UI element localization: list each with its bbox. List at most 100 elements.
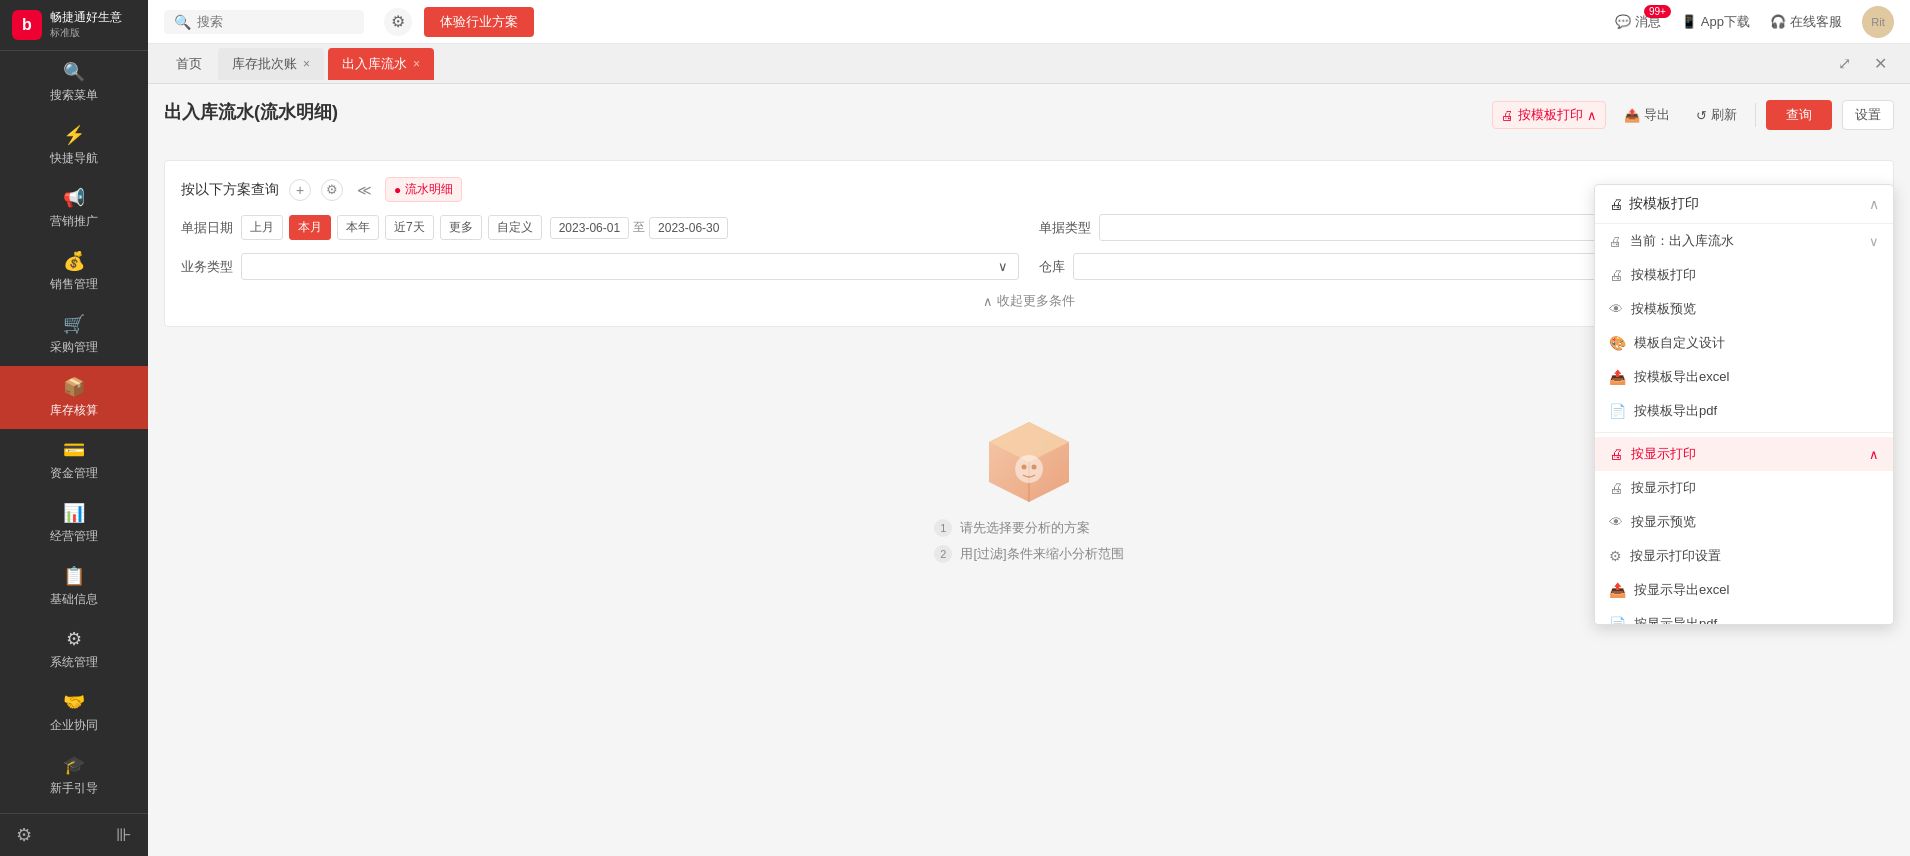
- tabs-bar: 首页 库存批次账 × 出入库流水 × ⤢ ✕: [148, 44, 1910, 84]
- tab-stock-flow-close[interactable]: ×: [413, 57, 420, 71]
- chevron-up-icon: ∧: [1587, 108, 1597, 123]
- dropdown-template-print[interactable]: 🖨 按模板打印: [1595, 258, 1893, 292]
- search-input[interactable]: [197, 14, 347, 29]
- filter-add-btn[interactable]: +: [289, 179, 311, 201]
- sidebar-item-search[interactable]: 🔍 搜索菜单: [0, 51, 148, 114]
- dropdown-display-export-excel[interactable]: 📤 按显示导出excel: [1595, 573, 1893, 607]
- sidebar-item-baseinfo[interactable]: 📋 基础信息: [0, 555, 148, 618]
- sidebar-item-sales[interactable]: 💰 销售管理: [0, 240, 148, 303]
- business-type-select[interactable]: ∨: [241, 253, 1019, 280]
- dropdown-template-preview[interactable]: 👁 按模板预览: [1595, 292, 1893, 326]
- tab-inventory-batch-close[interactable]: ×: [303, 57, 310, 71]
- dropdown-template-export-excel[interactable]: 📤 按模板导出excel: [1595, 360, 1893, 394]
- setting-button[interactable]: 设置: [1842, 100, 1894, 130]
- sidebar-item-finance[interactable]: 💳 资金管理: [0, 429, 148, 492]
- sidebar-item-label: 系统管理: [50, 654, 98, 671]
- dropdown-display-preview[interactable]: 👁 按显示预览: [1595, 505, 1893, 539]
- dropdown-item-label: 按显示打印设置: [1630, 547, 1721, 565]
- dropdown-template-export-pdf[interactable]: 📄 按模板导出pdf: [1595, 394, 1893, 428]
- dropdown-item-label: 按模板打印: [1631, 266, 1696, 284]
- dropdown-template-custom-design[interactable]: 🎨 模板自定义设计: [1595, 326, 1893, 360]
- dropdown-item-label: 按显示导出pdf: [1634, 615, 1717, 624]
- online-service-btn[interactable]: 🎧 在线客服: [1770, 13, 1842, 31]
- app-download-label: App下载: [1701, 13, 1750, 31]
- sidebar-scroll[interactable]: 🔍 搜索菜单 ⚡ 快捷导航 📢 营销推广 💰 销售管理 🛒 采购管理 📦 库存核…: [0, 51, 148, 813]
- sidebar-item-beginner[interactable]: 🎓 新手引导: [0, 744, 148, 807]
- date-btn-custom[interactable]: 自定义: [488, 215, 542, 240]
- date-btn-last-month[interactable]: 上月: [241, 215, 283, 240]
- print-template-btn[interactable]: 🖨 按模板打印 ∧: [1492, 101, 1606, 129]
- tab-home[interactable]: 首页: [164, 48, 214, 80]
- current-icon: 🖨: [1609, 234, 1622, 249]
- chart-icon: 📊: [63, 502, 85, 524]
- user-name: Rit: [1871, 16, 1884, 28]
- app-edition: 标准版: [50, 26, 122, 40]
- tab-close-all-btn[interactable]: ✕: [1866, 50, 1894, 78]
- user-avatar[interactable]: Rit: [1862, 6, 1894, 38]
- export-btn[interactable]: 📤 导出: [1616, 102, 1678, 128]
- current-arrow[interactable]: ∨: [1869, 234, 1879, 249]
- dropdown-current-label: 当前：出入库流水: [1630, 232, 1734, 250]
- sidebar-item-cooperation[interactable]: 🤝 企业协同: [0, 681, 148, 744]
- date-btn-7days[interactable]: 近7天: [385, 215, 434, 240]
- tab-stock-flow[interactable]: 出入库流水 ×: [328, 48, 434, 80]
- date-end[interactable]: 2023-06-30: [649, 217, 728, 239]
- sidebar-item-system[interactable]: ⚙ 系统管理: [0, 618, 148, 681]
- plus-icon: +: [296, 182, 304, 198]
- display-excel-icon: 📤: [1609, 582, 1626, 598]
- sidebar-item-marketing[interactable]: 📢 营销推广: [0, 177, 148, 240]
- dropdown-collapse-arrow[interactable]: ∧: [1869, 196, 1879, 212]
- sidebar-item-label: 搜索菜单: [50, 87, 98, 104]
- graduation-icon: 🎓: [63, 754, 85, 776]
- sidebar-item-operations[interactable]: 📊 经营管理: [0, 492, 148, 555]
- excel-icon: 📤: [1609, 369, 1626, 385]
- app-download-btn[interactable]: 📱 App下载: [1681, 13, 1750, 31]
- headset-icon: 🎧: [1770, 14, 1786, 29]
- filter-collapse-btn[interactable]: ≪: [353, 179, 375, 201]
- dropdown-display-export-pdf[interactable]: 📄 按显示导出pdf: [1595, 607, 1893, 624]
- topbar-gear-btn[interactable]: ⚙: [384, 8, 412, 36]
- sidebar-item-inventory[interactable]: 📦 库存核算: [0, 366, 148, 429]
- tag-dot: ●: [394, 183, 401, 197]
- date-btn-this-month[interactable]: 本月: [289, 215, 331, 240]
- display-print-icon: 🖨: [1609, 480, 1623, 496]
- dropdown-current-item[interactable]: 🖨 当前：出入库流水 ∨: [1595, 224, 1893, 258]
- date-to: 至: [633, 219, 645, 236]
- refresh-btn[interactable]: ↺ 刷新: [1688, 102, 1745, 128]
- dropdown-title-label: 按模板打印: [1629, 195, 1699, 213]
- filter-tag-label: 流水明细: [405, 181, 453, 198]
- chevron-up-icon2: ∧: [983, 294, 993, 309]
- dropdown-display-section[interactable]: 🖨 按显示打印 ∧: [1595, 437, 1893, 471]
- cart-icon: 🛒: [63, 313, 85, 335]
- dropdown-display-print-settings[interactable]: ⚙ 按显示打印设置: [1595, 539, 1893, 573]
- date-btn-more[interactable]: 更多: [440, 215, 482, 240]
- topbar-search-box[interactable]: 🔍: [164, 10, 364, 34]
- gear-icon: ⚙: [326, 182, 338, 197]
- sidebar-settings-btn[interactable]: ⚙: [16, 824, 32, 846]
- sidebar-item-purchase[interactable]: 🛒 采购管理: [0, 303, 148, 366]
- dropdown-item-label: 按显示导出excel: [1634, 581, 1729, 599]
- date-start[interactable]: 2023-06-01: [550, 217, 629, 239]
- print-template-label: 按模板打印: [1518, 106, 1583, 124]
- print-icon: 🖨: [1609, 267, 1623, 283]
- step-num-1: 1: [934, 519, 952, 537]
- step-num-2: 2: [934, 545, 952, 563]
- design-icon: 🎨: [1609, 335, 1626, 351]
- empty-step-2: 2 用[过滤]条件来缩小分析范围: [934, 545, 1123, 563]
- filter-settings-btn[interactable]: ⚙: [321, 179, 343, 201]
- tab-right-btns: ⤢ ✕: [1830, 50, 1894, 78]
- sidebar-item-label: 资金管理: [50, 465, 98, 482]
- sidebar-item-label: 采购管理: [50, 339, 98, 356]
- query-button[interactable]: 查询: [1766, 100, 1832, 130]
- sidebar-item-quicknav[interactable]: ⚡ 快捷导航: [0, 114, 148, 177]
- dropdown-item-label: 模板自定义设计: [1634, 334, 1725, 352]
- trial-industry-button[interactable]: 体验行业方案: [424, 7, 534, 37]
- sidebar-collapse-btn[interactable]: ⊪: [116, 824, 132, 846]
- display-preview-icon: 👁: [1609, 514, 1623, 530]
- tab-maximize-btn[interactable]: ⤢: [1830, 50, 1858, 78]
- dropdown-display-print[interactable]: 🖨 按显示打印: [1595, 471, 1893, 505]
- sidebar-item-label: 营销推广: [50, 213, 98, 230]
- date-btn-this-year[interactable]: 本年: [337, 215, 379, 240]
- tab-inventory-batch[interactable]: 库存批次账 ×: [218, 48, 324, 80]
- message-btn[interactable]: 💬 消息 99+: [1615, 13, 1661, 31]
